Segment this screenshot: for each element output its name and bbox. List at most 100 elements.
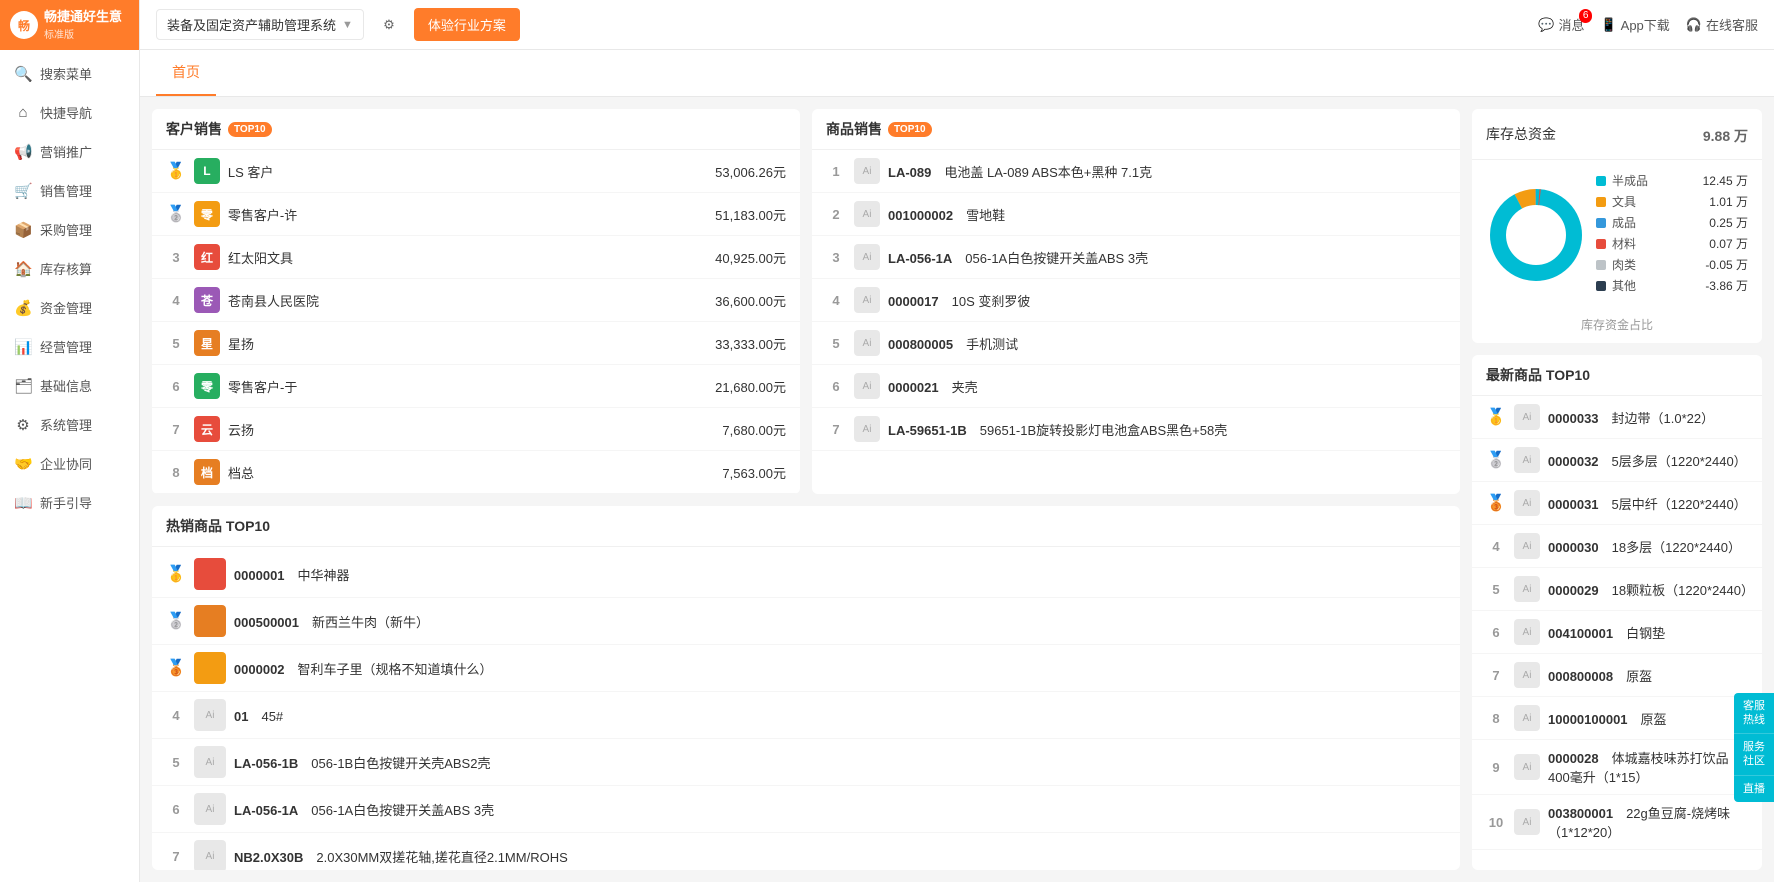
hot-product-name: NB2.0X30B 2.0X30MM双搓花轴,搓花直径2.1MM/ROHS [234, 847, 1446, 866]
phone-icon: 📱 [1600, 17, 1616, 33]
new-product-item[interactable]: 🥈 Ai 0000032 5层多层（1220*2440） [1472, 439, 1762, 482]
hot-product-item[interactable]: 🥇 0000001 中华神器 [152, 551, 1460, 598]
hot-product-item[interactable]: 6 Ai LA-056-1A 056-1A白色按键开关盖ABS 3壳 [152, 786, 1460, 833]
new-products-header: 最新商品 TOP10 [1472, 355, 1762, 396]
rank-number: 6 [166, 802, 186, 817]
legend-dot [1596, 197, 1606, 207]
legend-value: 12.45 万 [1703, 172, 1748, 189]
hot-product-name: 0000002 智利车子里（规格不知道填什么） [234, 659, 1446, 678]
rank-number: 8 [166, 465, 186, 480]
new-product-item[interactable]: 🥇 Ai 0000033 封边带（1.0*22） [1472, 396, 1762, 439]
product-sales-item[interactable]: 3 Ai LA-056-1A 056-1A白色按键开关盖ABS 3壳 [812, 236, 1460, 279]
customer-list-item[interactable]: 5 星 星扬 33,333.00元 [152, 322, 800, 365]
rank-medal: 🥉 [166, 658, 186, 678]
product-thumbnail [194, 558, 226, 590]
app-download-button[interactable]: 📱 App下载 [1600, 15, 1669, 34]
cooperation-icon: 🤝 [14, 455, 32, 473]
inventory-unit: 万 [1730, 128, 1748, 144]
customer-name: 零售客户-于 [228, 377, 707, 396]
hot-product-item[interactable]: 5 Ai LA-056-1B 056-1B白色按键开关壳ABS2壳 [152, 739, 1460, 786]
new-product-item[interactable]: 10 Ai 003800001 22g鱼豆腐-烧烤味（1*12*20） [1472, 795, 1762, 850]
customers-title: 客户销售 [166, 119, 222, 139]
sidebar-item-sales[interactable]: 🛒 销售管理 [0, 171, 139, 210]
rank-number: 5 [166, 755, 186, 770]
product-icon: Ai [194, 746, 226, 778]
customer-list-item[interactable]: 3 红 红太阳文具 40,925.00元 [152, 236, 800, 279]
hot-product-item[interactable]: 🥉 0000002 智利车子里（规格不知道填什么） [152, 645, 1460, 692]
headset-icon: 🎧 [1686, 17, 1702, 33]
sidebar-item-system[interactable]: ⚙ 系统管理 [0, 405, 139, 444]
hot-product-item[interactable]: 🥈 000500001 新西兰牛肉（新牛） [152, 598, 1460, 645]
customer-list-item[interactable]: 7 云 云扬 7,680.00元 [152, 408, 800, 451]
product-sales-item[interactable]: 5 Ai 000800005 手机测试 [812, 322, 1460, 365]
message-button[interactable]: 💬 消息 6 [1538, 15, 1584, 34]
customer-avatar: 星 [194, 330, 220, 356]
new-product-item[interactable]: 5 Ai 0000029 18颗粒板（1220*2440） [1472, 568, 1762, 611]
new-product-item[interactable]: 7 Ai 000800008 原盔 [1472, 654, 1762, 697]
legend-item: 成品 0.25 万 [1596, 214, 1748, 231]
new-product-name: 0000029 18颗粒板（1220*2440） [1548, 580, 1748, 599]
cs-community[interactable]: 服务社区 [1734, 734, 1774, 776]
legend-label: 成品 [1612, 214, 1703, 231]
sidebar-item-guide[interactable]: 📖 新手引导 [0, 483, 139, 522]
customer-name: 云扬 [228, 420, 714, 439]
customer-name: 星扬 [228, 334, 707, 353]
new-product-name: 004100001 白钢垫 [1548, 623, 1748, 642]
rank-number: 1 [826, 164, 846, 179]
product-sales-item[interactable]: 7 Ai LA-59651-1B 59651-1B旋转投影灯电池盒ABS黑色+5… [812, 408, 1460, 451]
customer-list-item[interactable]: 6 零 零售客户-于 21,680.00元 [152, 365, 800, 408]
left-panels: 客户销售 TOP10 🥇 L LS 客户 53,006.26元 🥈 零 零售客户… [152, 109, 1460, 870]
product-icon: Ai [1514, 490, 1540, 516]
cs-hotline[interactable]: 客服热线 [1734, 693, 1774, 735]
legend-label: 半成品 [1612, 172, 1697, 189]
product-sales-item[interactable]: 2 Ai 001000002 雪地鞋 [812, 193, 1460, 236]
logo-text: 畅捷通好生意 标准版 [44, 9, 122, 41]
customer-list-item[interactable]: 🥈 零 零售客户-许 51,183.00元 [152, 193, 800, 236]
hot-product-item[interactable]: 4 Ai 01 45# [152, 692, 1460, 739]
hot-product-item[interactable]: 7 Ai NB2.0X30B 2.0X30MM双搓花轴,搓花直径2.1MM/RO… [152, 833, 1460, 870]
sidebar-item-finance[interactable]: 💰 资金管理 [0, 288, 139, 327]
new-product-item[interactable]: 8 Ai 10000100001 原盔 [1472, 697, 1762, 740]
customers-panel-header: 客户销售 TOP10 [152, 109, 800, 150]
customer-value: 51,183.00元 [715, 205, 786, 224]
new-product-item[interactable]: 6 Ai 004100001 白钢垫 [1472, 611, 1762, 654]
system-selector[interactable]: 装备及固定资产辅助管理系统 ▼ [156, 9, 364, 40]
customer-list-item[interactable]: 🥇 L LS 客户 53,006.26元 [152, 150, 800, 193]
rank-number: 4 [1486, 539, 1506, 554]
sidebar-item-shortcut[interactable]: ⌂ 快捷导航 [0, 93, 139, 132]
legend-item: 半成品 12.45 万 [1596, 172, 1748, 189]
sidebar-item-inventory[interactable]: 🏠 库存核算 [0, 249, 139, 288]
sidebar-item-basic[interactable]: 🗂 基础信息 [0, 366, 139, 405]
settings-button[interactable]: ⚙ [374, 10, 404, 40]
rank-number: 7 [166, 422, 186, 437]
sidebar-item-marketing[interactable]: 📢 营销推广 [0, 132, 139, 171]
customer-list-item[interactable]: 4 苍 苍南县人民医院 36,600.00元 [152, 279, 800, 322]
sidebar-item-operations[interactable]: 📊 经营管理 [0, 327, 139, 366]
sidebar: 畅 畅捷通好生意 标准版 🔍 搜索菜单 ⌂ 快捷导航 📢 营销推广 🛒 销售管理… [0, 0, 140, 882]
sidebar-item-purchase[interactable]: 📦 采购管理 [0, 210, 139, 249]
system-icon: ⚙ [14, 416, 32, 434]
sidebar-item-cooperation[interactable]: 🤝 企业协同 [0, 444, 139, 483]
sidebar-item-search[interactable]: 🔍 搜索菜单 [0, 54, 139, 93]
message-icon: 💬 [1538, 17, 1554, 33]
product-sales-item[interactable]: 1 Ai LA-089 电池盖 LA-089 ABS本色+黑种 7.1克 [812, 150, 1460, 193]
product-sales-item[interactable]: 4 Ai 0000017 10S 变刹罗彼 [812, 279, 1460, 322]
product-sales-item[interactable]: 6 Ai 0000021 夹壳 [812, 365, 1460, 408]
online-service-button[interactable]: 🎧 在线客服 [1686, 15, 1758, 34]
legend-value: 0.07 万 [1709, 235, 1748, 252]
new-product-item[interactable]: 4 Ai 0000030 18多层（1220*2440） [1472, 525, 1762, 568]
cs-float[interactable]: 客服热线 服务社区 直播 [1734, 693, 1774, 802]
product-thumbnail [194, 605, 226, 637]
new-product-item[interactable]: 🥉 Ai 0000031 5层中纤（1220*2440） [1472, 482, 1762, 525]
product-icon: Ai [854, 244, 880, 270]
trial-button[interactable]: 体验行业方案 [414, 8, 520, 41]
rank-medal: 🥈 [1486, 450, 1506, 470]
new-product-item[interactable]: 9 Ai 0000028 体城嘉枝味苏打饮品400毫升（1*15） [1472, 740, 1762, 795]
customer-list-item[interactable]: 8 档 档总 7,563.00元 [152, 451, 800, 494]
rank-number: 6 [166, 379, 186, 394]
cs-broadcast[interactable]: 直播 [1734, 776, 1774, 802]
rank-number: 4 [166, 708, 186, 723]
customers-panel: 客户销售 TOP10 🥇 L LS 客户 53,006.26元 🥈 零 零售客户… [152, 109, 800, 494]
operations-icon: 📊 [14, 338, 32, 356]
tab-home[interactable]: 首页 [156, 50, 216, 96]
